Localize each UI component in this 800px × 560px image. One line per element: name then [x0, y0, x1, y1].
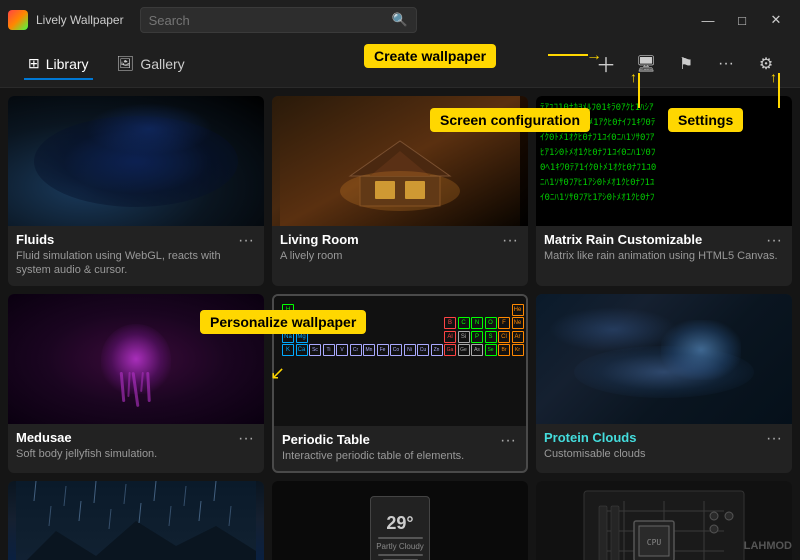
- card-desc-medusae: Soft body jellyfish simulation.: [16, 447, 256, 461]
- wallpaper-card-ripples[interactable]: 29° Partly Cloudy Ripples: [272, 481, 528, 560]
- card-thumb-periodic: H He Li Be B C N O F Ne Na Mg: [274, 296, 526, 426]
- wallpaper-grid: Fluids Fluid simulation using WebGL, rea…: [8, 96, 792, 560]
- minimize-button[interactable]: —: [692, 6, 724, 34]
- window-controls: — □ ✕: [692, 6, 792, 34]
- card-menu-fluids[interactable]: ···: [232, 230, 260, 252]
- wallpaper-card-rain[interactable]: Rain Rainy window with customisation ···: [8, 481, 264, 560]
- flag-button[interactable]: ⚑: [668, 46, 704, 82]
- card-thumb-protein: [536, 294, 792, 424]
- tab-library[interactable]: ⊞ Library: [16, 49, 101, 78]
- watermark: LAHMOD: [744, 540, 792, 552]
- wallpaper-card-living-room[interactable]: Living Room A lively room ···: [272, 96, 528, 286]
- main-content: Fluids Fluid simulation using WebGL, rea…: [0, 88, 800, 560]
- matrix-text: ﾃｱﾕｺ10ﾅｶﾖﾒﾙﾌ01ｷﾗ0ｱｸﾋ1ﾊｼｱ 01ｶｾ1ﾏｵ0ﾖｷﾒ1ｱｸﾋ…: [536, 96, 792, 226]
- maximize-button[interactable]: □: [726, 6, 758, 34]
- card-info-protein: Protein Clouds Customisable clouds ···: [536, 424, 792, 469]
- card-title-fluids: Fluids: [16, 232, 256, 247]
- settings-button[interactable]: ⚙: [748, 46, 784, 82]
- tab-gallery[interactable]: 🖼 Gallery: [105, 49, 197, 78]
- library-icon: ⊞: [28, 55, 40, 72]
- card-title-periodic: Periodic Table: [282, 432, 518, 447]
- card-info-fluids: Fluids Fluid simulation using WebGL, rea…: [8, 226, 264, 286]
- toolbar: ⊞ Library 🖼 Gallery ＋ 🖥 ⚑ ··· ⚙: [0, 40, 800, 88]
- close-button[interactable]: ✕: [760, 6, 792, 34]
- card-menu-medusae[interactable]: ···: [232, 428, 260, 450]
- card-desc-living-room: A lively room: [280, 249, 520, 263]
- card-thumb-ripples: 29° Partly Cloudy: [272, 481, 528, 560]
- wallpaper-card-periodic[interactable]: H He Li Be B C N O F Ne Na Mg: [272, 294, 528, 473]
- card-menu-protein[interactable]: ···: [760, 428, 788, 450]
- card-info-medusae: Medusae Soft body jellyfish simulation. …: [8, 424, 264, 469]
- card-info-periodic: Periodic Table Interactive periodic tabl…: [274, 426, 526, 471]
- card-thumb-matrix: ﾃｱﾕｺ10ﾅｶﾖﾒﾙﾌ01ｷﾗ0ｱｸﾋ1ﾊｼｱ 01ｶｾ1ﾏｵ0ﾖｷﾒ1ｱｸﾋ…: [536, 96, 792, 226]
- add-wallpaper-button[interactable]: ＋: [588, 46, 624, 82]
- card-info-matrix: Matrix Rain Customizable Matrix like rai…: [536, 226, 792, 271]
- card-desc-matrix: Matrix like rain animation using HTML5 C…: [544, 249, 784, 263]
- library-label: Library: [46, 56, 89, 72]
- card-desc-protein: Customisable clouds: [544, 447, 784, 461]
- gallery-icon: 🖼: [117, 55, 135, 72]
- search-input[interactable]: [149, 13, 388, 28]
- more-options-button[interactable]: ···: [708, 46, 744, 82]
- card-menu-matrix[interactable]: ···: [760, 230, 788, 252]
- living-room-svg: [272, 96, 528, 226]
- card-thumb-fluids: [8, 96, 264, 226]
- app-title: Lively Wallpaper: [36, 13, 124, 27]
- card-thumb-medusae: [8, 294, 264, 424]
- gallery-label: Gallery: [140, 56, 184, 72]
- card-desc-periodic: Interactive periodic table of elements.: [282, 449, 518, 463]
- card-desc-fluids: Fluid simulation using WebGL, reacts wit…: [16, 249, 256, 278]
- card-thumb-living-room: [272, 96, 528, 226]
- card-title-protein: Protein Clouds: [544, 430, 784, 445]
- card-title-living-room: Living Room: [280, 232, 520, 247]
- card-menu-periodic[interactable]: ···: [494, 430, 522, 452]
- search-icon: 🔍: [392, 12, 408, 28]
- svg-text:CPU: CPU: [647, 538, 662, 547]
- wallpaper-card-protein[interactable]: Protein Clouds Customisable clouds ···: [536, 294, 792, 473]
- app-icon: [8, 10, 28, 30]
- card-thumb-rain: [8, 481, 264, 560]
- title-bar: Lively Wallpaper 🔍 — □ ✕: [0, 0, 800, 40]
- card-title-medusae: Medusae: [16, 430, 256, 445]
- card-info-living-room: Living Room A lively room ···: [272, 226, 528, 271]
- search-box[interactable]: 🔍: [140, 7, 417, 33]
- card-title-matrix: Matrix Rain Customizable: [544, 232, 784, 247]
- screen-config-button[interactable]: 🖥: [628, 46, 664, 82]
- wallpaper-card-matrix[interactable]: ﾃｱﾕｺ10ﾅｶﾖﾒﾙﾌ01ｷﾗ0ｱｸﾋ1ﾊｼｱ 01ｶｾ1ﾏｵ0ﾖｷﾒ1ｱｸﾋ…: [536, 96, 792, 286]
- wallpaper-card-fluids[interactable]: Fluids Fluid simulation using WebGL, rea…: [8, 96, 264, 286]
- rain-svg: [8, 481, 264, 560]
- wallpaper-card-medusae[interactable]: Medusae Soft body jellyfish simulation. …: [8, 294, 264, 473]
- ripple-device: 29° Partly Cloudy: [370, 496, 430, 560]
- card-menu-living-room[interactable]: ···: [496, 230, 524, 252]
